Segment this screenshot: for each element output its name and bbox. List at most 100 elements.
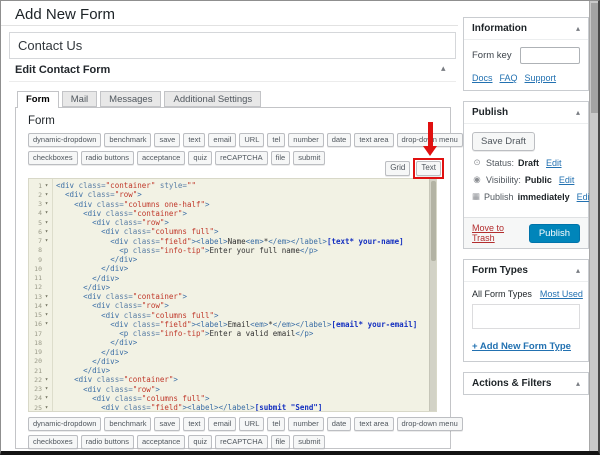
editor-scrollbar[interactable] bbox=[429, 179, 436, 411]
edit-visibility-link[interactable]: Edit bbox=[559, 175, 575, 185]
tag-button-checkboxes[interactable]: checkboxes bbox=[28, 435, 78, 450]
tag-button-quiz[interactable]: quiz bbox=[188, 151, 213, 166]
code-line: <div class="row"> bbox=[92, 301, 169, 311]
gutter-line: 16 ▾ bbox=[34, 320, 49, 329]
tag-toolbar-top-row-1: dynamic-dropdown benchmark save text email UR… bbox=[28, 133, 463, 148]
tag-button-submit[interactable]: submit bbox=[293, 435, 326, 450]
visibility-label: Visibility: bbox=[486, 174, 521, 185]
tag-button-save[interactable]: save bbox=[154, 133, 181, 148]
gutter-line: 1 ▾ bbox=[38, 181, 49, 190]
grid-mode-button[interactable]: Grid bbox=[385, 161, 411, 176]
docs-link[interactable]: Docs bbox=[472, 73, 493, 83]
tag-button-file[interactable]: file bbox=[270, 151, 291, 166]
tag-button-email[interactable]: email bbox=[208, 417, 237, 432]
tag-toolbar-bottom-row-1: dynamic-dropdown benchmark save text email UR… bbox=[28, 417, 463, 432]
window-scrollbar[interactable] bbox=[589, 1, 598, 451]
status-icon: ⊙ bbox=[473, 157, 481, 167]
status-value: Draft bbox=[518, 157, 540, 168]
gutter-line: 20 bbox=[34, 357, 42, 366]
code-line: </div> bbox=[110, 255, 138, 264]
code-line: <div class="field"><label>Email<em>*</em… bbox=[110, 319, 418, 329]
save-draft-button[interactable]: Save Draft bbox=[472, 132, 535, 151]
code-line: <div class="row"> bbox=[92, 218, 169, 227]
code-line: </div> bbox=[101, 264, 129, 274]
tab-form[interactable]: Form bbox=[17, 91, 59, 108]
code-line: </div> bbox=[92, 356, 120, 366]
code-line: <div class="row"> bbox=[83, 384, 160, 394]
schedule-label: Publish bbox=[484, 191, 514, 202]
form-types-tab-most-used[interactable]: Most Used bbox=[540, 289, 583, 299]
gutter-line: 18 bbox=[34, 338, 42, 347]
tag-button-acceptance[interactable]: acceptance bbox=[136, 151, 186, 166]
collapse-icon[interactable]: ▴ bbox=[576, 266, 580, 275]
tag-button-radio-buttons[interactable]: radio buttons bbox=[80, 151, 134, 166]
form-types-panel-title: Form Types bbox=[472, 265, 528, 276]
form-key-row: Form key bbox=[472, 47, 580, 64]
tag-button-recaptcha[interactable]: reCAPTCHA bbox=[215, 151, 268, 166]
tag-button-text[interactable]: text bbox=[183, 133, 206, 148]
tag-button-checkboxes[interactable]: checkboxes bbox=[28, 151, 78, 166]
collapse-icon[interactable]: ▴ bbox=[441, 63, 446, 74]
collapse-icon[interactable]: ▴ bbox=[576, 108, 580, 117]
tag-button-tel[interactable]: tel bbox=[267, 417, 286, 432]
tag-button-dynamic-dropdown[interactable]: dynamic-dropdown bbox=[28, 133, 102, 148]
tag-button-url[interactable]: URL bbox=[239, 133, 265, 148]
tag-button-text-area[interactable]: text area bbox=[354, 133, 394, 148]
tag-button-date[interactable]: date bbox=[326, 417, 352, 432]
tag-button-email[interactable]: email bbox=[208, 133, 237, 148]
edit-status-link[interactable]: Edit bbox=[546, 158, 562, 168]
tag-button-drop-down-menu[interactable]: drop-down menu bbox=[396, 417, 463, 432]
tag-button-save[interactable]: save bbox=[154, 417, 181, 432]
gutter-line: 15 ▾ bbox=[34, 311, 49, 320]
gutter-line: 4 ▾ bbox=[38, 209, 49, 218]
collapse-icon[interactable]: ▴ bbox=[576, 379, 580, 388]
faq-link[interactable]: FAQ bbox=[500, 73, 518, 83]
tag-button-file[interactable]: file bbox=[270, 435, 291, 450]
collapse-icon[interactable]: ▴ bbox=[576, 24, 580, 33]
tag-button-date[interactable]: date bbox=[326, 133, 352, 148]
code-editor[interactable]: 1 ▾ 2 ▾ 3 ▾ 4 ▾ 5 ▾ 6 ▾ 7 ▾ 8 9 10 11 12 13 ▾ 14 ▾ 15 ▾ 16 ▾ 17 18 19… bbox=[28, 178, 437, 412]
tag-button-number[interactable]: number bbox=[288, 133, 324, 148]
tag-button-text[interactable]: text bbox=[183, 417, 206, 432]
form-section-title: Form bbox=[28, 115, 55, 127]
tag-button-url[interactable]: URL bbox=[239, 417, 265, 432]
tab-additional-settings[interactable]: Additional Settings bbox=[164, 91, 262, 107]
tag-button-benchmark[interactable]: benchmark bbox=[104, 133, 152, 148]
tag-button-tel[interactable]: tel bbox=[267, 133, 286, 148]
tag-button-radio-buttons[interactable]: radio buttons bbox=[80, 435, 134, 450]
tag-button-text-area[interactable]: text area bbox=[354, 417, 394, 432]
code-line: <div class="container"> bbox=[83, 208, 187, 218]
form-key-label: Form key bbox=[472, 50, 512, 61]
tag-button-quiz[interactable]: quiz bbox=[188, 435, 213, 450]
gutter-line: 6 ▾ bbox=[38, 227, 49, 236]
support-link[interactable]: Support bbox=[525, 73, 557, 83]
gutter-line: 13 ▾ bbox=[34, 292, 49, 301]
tag-button-benchmark[interactable]: benchmark bbox=[104, 417, 152, 432]
gutter-line: 25 ▾ bbox=[34, 403, 49, 412]
annotation-arrow-head bbox=[423, 146, 437, 156]
form-types-tab-all-form-types[interactable]: All Form Types bbox=[472, 289, 532, 299]
publish-button[interactable]: Publish bbox=[528, 223, 580, 243]
tag-button-acceptance[interactable]: acceptance bbox=[136, 435, 186, 450]
text-mode-button[interactable]: Text bbox=[416, 161, 441, 176]
information-panel-title: Information bbox=[472, 23, 527, 34]
tag-button-submit[interactable]: submit bbox=[293, 151, 326, 166]
tag-button-recaptcha[interactable]: reCAPTCHA bbox=[215, 435, 268, 450]
form-title-input[interactable] bbox=[9, 32, 456, 59]
tag-button-number[interactable]: number bbox=[288, 417, 324, 432]
tag-button-dynamic-dropdown[interactable]: dynamic-dropdown bbox=[28, 417, 102, 432]
schedule-value: immediately bbox=[517, 191, 570, 202]
form-key-input[interactable] bbox=[520, 47, 580, 64]
window-scrollbar-thumb[interactable] bbox=[591, 3, 598, 113]
editor-code[interactable]: <div class="container" style="" <div cla… bbox=[53, 179, 429, 411]
visibility-value: Public bbox=[524, 174, 552, 185]
information-panel-header: Information ▴ bbox=[464, 18, 588, 40]
editor-scrollbar-thumb[interactable] bbox=[431, 181, 436, 261]
add-form-type-link[interactable]: + Add New Form Type bbox=[472, 341, 571, 352]
move-to-trash-link[interactable]: Move to Trash bbox=[472, 223, 529, 243]
calendar-icon: ▦ bbox=[472, 191, 481, 201]
header-divider bbox=[1, 25, 458, 26]
tab-mail[interactable]: Mail bbox=[61, 91, 98, 107]
gutter-line: 14 ▾ bbox=[34, 301, 49, 310]
tab-messages[interactable]: Messages bbox=[100, 91, 162, 107]
